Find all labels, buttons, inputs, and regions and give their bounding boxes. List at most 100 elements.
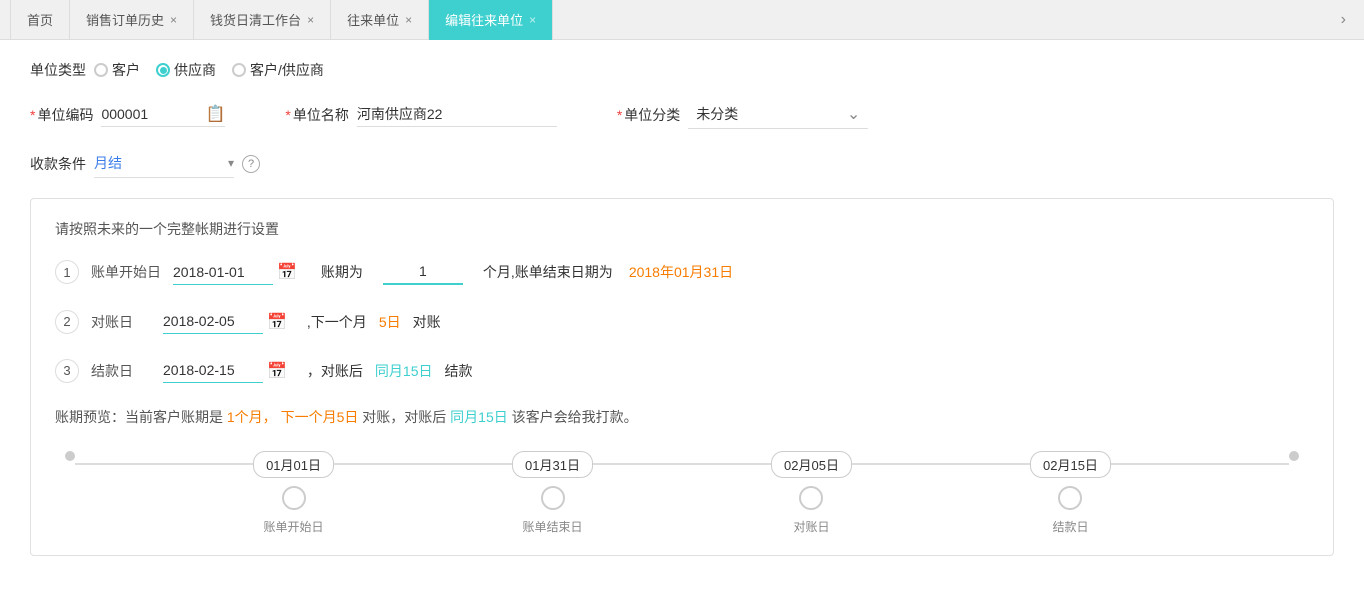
- payment-label: 结款日: [91, 361, 151, 381]
- radio-supplier-label: 供应商: [174, 60, 216, 80]
- billing-start-label: 账单开始日: [91, 262, 161, 282]
- unit-category-chevron: ⌄: [847, 104, 860, 124]
- close-partners-icon[interactable]: ×: [405, 13, 412, 27]
- timeline-dot-4: [1058, 486, 1082, 510]
- payment-terms-select[interactable]: 月结 ▾: [94, 149, 234, 178]
- payment-calendar-icon[interactable]: 📅: [267, 361, 287, 381]
- reconcile-suffix-orange: 5日: [379, 312, 401, 332]
- billing-start-date-input[interactable]: [173, 260, 273, 285]
- tab-sales-history-label: 销售订单历史: [86, 10, 164, 29]
- tab-partners[interactable]: 往来单位 ×: [331, 0, 429, 40]
- unit-code-icon[interactable]: 📋: [205, 104, 225, 124]
- unit-name-input[interactable]: [357, 102, 557, 127]
- unit-type-group: 单位类型 客户 供应商 客户/供应商: [30, 60, 324, 80]
- reconcile-calendar-icon[interactable]: 📅: [267, 312, 287, 332]
- timeline-point-4: 02月15日 结款日: [1030, 451, 1111, 535]
- timeline-desc-2: 账单结束日: [523, 518, 583, 535]
- unit-category-select[interactable]: 未分类 ⌄: [688, 100, 868, 129]
- unit-code-label: *单位编码: [30, 105, 93, 125]
- tab-edit-partner-label: 编辑往来单位: [445, 10, 523, 29]
- reconcile-suffix-prefix: ,下一个月: [307, 312, 367, 332]
- timeline-dot-2: [541, 486, 565, 510]
- preview-part2: 下一个月5日: [281, 409, 359, 425]
- radio-customer[interactable]: 客户: [94, 60, 140, 80]
- payment-terms-chevron: ▾: [228, 156, 234, 170]
- billing-start-date-group: 📅: [173, 260, 297, 285]
- timeline-date-1: 01月01日: [253, 451, 334, 478]
- preview-text: 账期预览：当前客户账期是 1个月， 下一个月5日 对账，对账后 同月15日 该客…: [55, 407, 1309, 427]
- section-title: 请按照未来的一个完整帐期进行设置: [55, 219, 1309, 239]
- tab-sales-history[interactable]: 销售订单历史 ×: [70, 0, 194, 40]
- reconcile-date-group: 📅: [163, 309, 287, 334]
- reconcile-suffix-text: 对账: [413, 312, 441, 332]
- unit-type-radio-group: 客户 供应商 客户/供应商: [94, 60, 324, 80]
- timeline-points: 01月01日 账单开始日 01月31日 账单结束日 02月05日 对账日 02月…: [65, 451, 1299, 535]
- reconcile-label: 对账日: [91, 312, 151, 332]
- payment-row: 3 结款日 📅 ，对账后 同月15日 结款: [55, 358, 1309, 383]
- unit-code-group: *单位编码 📋: [30, 102, 225, 127]
- timeline-point-3: 02月05日 对账日: [771, 451, 852, 535]
- tab-more-button[interactable]: ›: [1333, 11, 1354, 29]
- unit-name-label: *单位名称: [285, 105, 348, 125]
- payment-suffix-prefix: ，对账后: [307, 361, 363, 381]
- payment-suffix-teal: 同月15日: [375, 361, 433, 381]
- radio-customer-circle: [94, 63, 108, 77]
- radio-supplier[interactable]: 供应商: [156, 60, 216, 80]
- tab-home[interactable]: 首页: [10, 0, 70, 40]
- payment-suffix-text: 结款: [445, 361, 473, 381]
- timeline-dot-1: [282, 486, 306, 510]
- timeline-end-dot: [1289, 451, 1299, 461]
- close-edit-partner-icon[interactable]: ×: [529, 13, 536, 27]
- payment-date-group: 📅: [163, 358, 287, 383]
- help-icon[interactable]: ?: [242, 155, 260, 173]
- timeline-date-3: 02月05日: [771, 451, 852, 478]
- close-sales-history-icon[interactable]: ×: [170, 13, 177, 27]
- billing-start-row: 1 账单开始日 📅 账期为 个月,账单结束日期为 2018年01月31日: [55, 259, 1309, 285]
- preview-mid: 对账，对账后: [362, 409, 446, 425]
- preview-label: 账期预览：当前客户账期是: [55, 409, 223, 425]
- unit-info-row: *单位编码 📋 *单位名称 *单位分类 未分类 ⌄: [30, 100, 1334, 129]
- preview-part1: 1个月，: [227, 409, 277, 425]
- timeline-point-2: 01月31日 账单结束日: [512, 451, 593, 535]
- unit-type-row: 单位类型 客户 供应商 客户/供应商: [30, 60, 1334, 80]
- payment-terms-row: 收款条件 月结 ▾ ?: [30, 149, 1334, 178]
- radio-customer-supplier-label: 客户/供应商: [250, 60, 324, 80]
- period-end-date: 2018年01月31日: [629, 262, 733, 282]
- tab-home-label: 首页: [27, 10, 53, 29]
- timeline-desc-4: 结款日: [1052, 518, 1088, 535]
- timeline-desc-1: 账单开始日: [264, 518, 324, 535]
- tab-edit-partner[interactable]: 编辑往来单位 ×: [429, 0, 553, 40]
- period-input[interactable]: [383, 259, 463, 285]
- timeline-point-1: 01月01日 账单开始日: [253, 451, 334, 535]
- row-num-3: 3: [55, 359, 79, 383]
- timeline-desc-3: 对账日: [793, 518, 829, 535]
- row-num-1: 1: [55, 260, 79, 284]
- radio-supplier-circle: [156, 63, 170, 77]
- payment-terms-label: 收款条件: [30, 154, 86, 174]
- unit-category-value: 未分类: [696, 104, 738, 124]
- billing-start-calendar-icon[interactable]: 📅: [277, 262, 297, 282]
- timeline-date-4: 02月15日: [1030, 451, 1111, 478]
- row-num-2: 2: [55, 310, 79, 334]
- preview-end: 该客户会给我打款。: [512, 409, 638, 425]
- unit-code-input[interactable]: [101, 102, 201, 126]
- unit-code-input-wrap: 📋: [101, 102, 225, 127]
- tab-cash-work-label: 钱货日清工作台: [210, 10, 301, 29]
- tabs-bar: 首页 销售订单历史 × 钱货日清工作台 × 往来单位 × 编辑往来单位 × ›: [0, 0, 1364, 40]
- close-cash-work-icon[interactable]: ×: [307, 13, 314, 27]
- radio-customer-supplier[interactable]: 客户/供应商: [232, 60, 324, 80]
- reconcile-date-input[interactable]: [163, 309, 263, 334]
- payment-terms-group: 收款条件 月结 ▾ ?: [30, 149, 260, 178]
- timeline-dot-3: [799, 486, 823, 510]
- timeline-wrapper: 01月01日 账单开始日 01月31日 账单结束日 02月05日 对账日 02月…: [55, 451, 1309, 535]
- unit-category-group: *单位分类 未分类 ⌄: [617, 100, 868, 129]
- timeline-date-2: 01月31日: [512, 451, 593, 478]
- section-box: 请按照未来的一个完整帐期进行设置 1 账单开始日 📅 账期为 个月,账单结束日期…: [30, 198, 1334, 556]
- timeline-start-dot: [65, 451, 75, 461]
- payment-terms-value: 月结: [94, 153, 224, 173]
- unit-category-label: *单位分类: [617, 105, 680, 125]
- payment-date-input[interactable]: [163, 358, 263, 383]
- tab-cash-work[interactable]: 钱货日清工作台 ×: [194, 0, 331, 40]
- period-unit: 个月,账单结束日期为: [483, 262, 613, 282]
- billing-start-mid: 账期为: [321, 262, 363, 282]
